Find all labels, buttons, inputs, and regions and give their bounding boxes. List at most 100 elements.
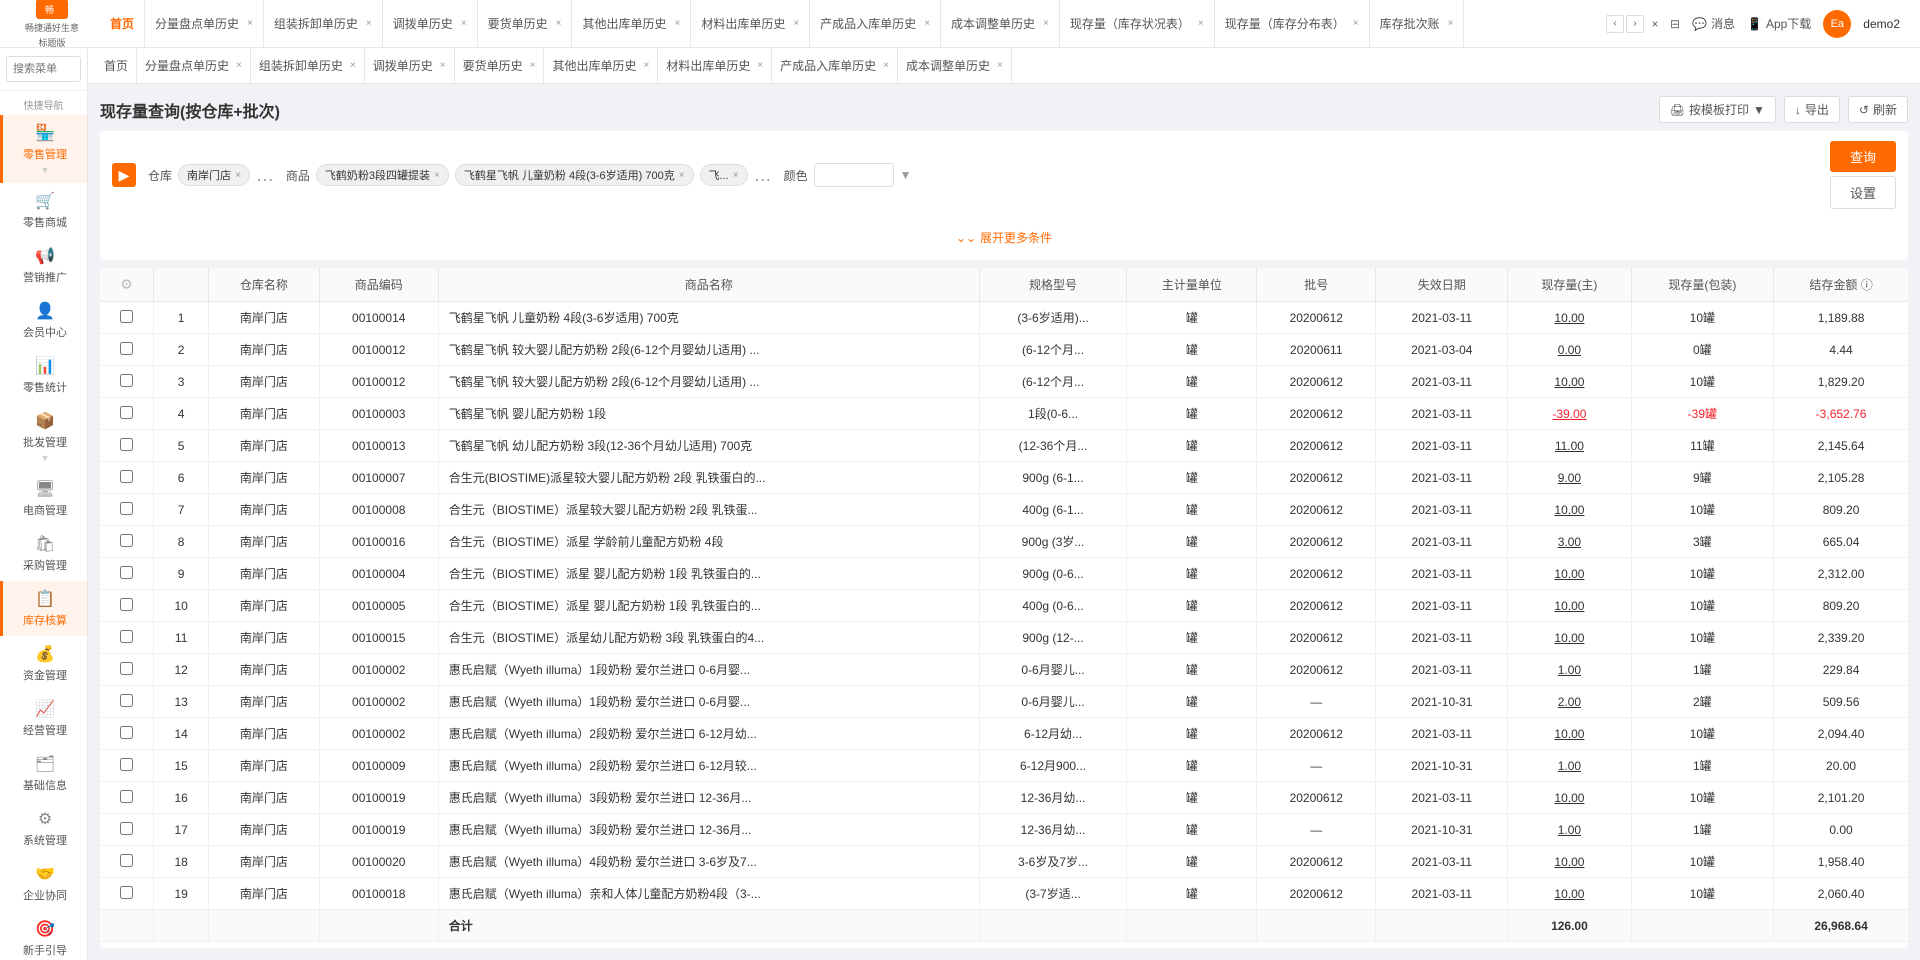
row-checkbox[interactable] (120, 694, 133, 707)
tab-qita[interactable]: 其他出库单历史 × (572, 0, 691, 48)
close-icon[interactable]: × (1448, 18, 1454, 29)
sidebar-item-xinshouyindao[interactable]: 🎯 新手引导 (0, 911, 87, 960)
row-check[interactable] (100, 718, 154, 750)
row-check[interactable] (100, 782, 154, 814)
message-button[interactable]: 💬 消息 (1692, 15, 1735, 32)
product-tag-1[interactable]: 飞鹤奶粉3段四罐提装 × (316, 164, 449, 186)
row-checkbox[interactable] (120, 502, 133, 515)
close-icon[interactable]: × (643, 60, 649, 71)
tab-yaohuo[interactable]: 要货单历史 × (478, 0, 573, 48)
sidebar-item-qiyexietong[interactable]: 🤝 企业协同 (0, 856, 87, 911)
second-tab-cailiao[interactable]: 材料出库单历史 × (658, 48, 772, 83)
row-check[interactable] (100, 366, 154, 398)
sidebar-item-huiyuan[interactable]: 👤 会员中心 (0, 293, 87, 348)
filter-expand-button[interactable]: ▶ (112, 163, 136, 187)
product-more-icon[interactable]: … (754, 165, 772, 186)
row-checkbox[interactable] (120, 758, 133, 771)
export-button[interactable]: ↓ 导出 (1784, 96, 1840, 123)
setting-button[interactable]: 设置 (1830, 176, 1896, 209)
row-check[interactable] (100, 654, 154, 686)
second-tab-diaopo[interactable]: 调拨单历史 × (365, 48, 455, 83)
expand-more-button[interactable]: ⌄⌄ 展开更多条件 (944, 225, 1064, 250)
row-checkbox[interactable] (120, 630, 133, 643)
second-tab-fenliang[interactable]: 分量盘点单历史 × (137, 48, 251, 83)
close-icon[interactable]: × (757, 60, 763, 71)
sidebar-item-xitongguanli[interactable]: ⚙ 系统管理 (0, 801, 87, 856)
tab-xiancunliang-kucun[interactable]: 现存量（库存状况表）× (1060, 0, 1215, 48)
row-checkbox[interactable] (120, 598, 133, 611)
query-button[interactable]: 查询 (1830, 141, 1896, 172)
product-tag3-delete-icon[interactable]: × (733, 170, 739, 181)
tab-close-all[interactable]: × (1646, 15, 1664, 33)
second-tab-yaohuo[interactable]: 要货单历史 × (455, 48, 545, 83)
close-icon[interactable]: × (1043, 18, 1049, 29)
close-icon[interactable]: × (556, 18, 562, 29)
row-check[interactable] (100, 334, 154, 366)
row-checkbox[interactable] (120, 438, 133, 451)
print-button[interactable]: 🖨 按模板打印 ▼ (1659, 96, 1776, 123)
row-check[interactable] (100, 622, 154, 654)
color-dropdown-icon[interactable]: ▼ (900, 168, 912, 182)
row-check[interactable] (100, 462, 154, 494)
product-tag-3[interactable]: 飞... × (700, 164, 748, 186)
close-icon[interactable]: × (924, 18, 930, 29)
close-icon[interactable]: × (236, 60, 242, 71)
tab-fenliangpandian[interactable]: 分量盘点单历史 × (145, 0, 264, 48)
row-checkbox[interactable] (120, 822, 133, 835)
close-icon[interactable]: × (440, 60, 446, 71)
sidebar-item-lingshoushanchen[interactable]: 🛒 零售商城 (0, 183, 87, 238)
row-checkbox[interactable] (120, 470, 133, 483)
close-icon[interactable]: × (366, 18, 372, 29)
row-checkbox[interactable] (120, 886, 133, 899)
tab-next-arrow[interactable]: › (1626, 15, 1644, 33)
sidebar-item-caigouguan[interactable]: 🛍 采购管理 (0, 526, 87, 581)
settings-icon[interactable]: ⚙ (120, 276, 133, 292)
sidebar-item-zijinguan[interactable]: 💰 资金管理 (0, 636, 87, 691)
username[interactable]: demo2 (1863, 17, 1900, 31)
row-check[interactable] (100, 302, 154, 334)
row-check[interactable] (100, 814, 154, 846)
row-check[interactable] (100, 750, 154, 782)
second-tab-zuzhuang[interactable]: 组装拆卸单历史 × (251, 48, 365, 83)
row-check[interactable] (100, 526, 154, 558)
row-check[interactable] (100, 590, 154, 622)
sidebar-item-lingshoutongji[interactable]: 📊 零售统计 (0, 348, 87, 403)
sidebar-item-pifaguanli[interactable]: 📦 批发管理 ▼ (0, 403, 87, 471)
close-icon[interactable]: × (883, 60, 889, 71)
sidebar-item-jingyingguan[interactable]: 📈 经营管理 (0, 691, 87, 746)
row-check[interactable] (100, 398, 154, 430)
row-check[interactable] (100, 494, 154, 526)
row-checkbox[interactable] (120, 406, 133, 419)
search-input[interactable] (6, 56, 81, 82)
close-icon[interactable]: × (461, 18, 467, 29)
row-checkbox[interactable] (120, 662, 133, 675)
tab-prev-arrow[interactable]: ‹ (1606, 15, 1624, 33)
tab-kucunpici[interactable]: 库存批次账 × (1370, 0, 1465, 48)
warehouse-tag-nananjimen[interactable]: 南岸门店 × (178, 164, 250, 186)
tab-chanchenpin[interactable]: 产成品入库单历史 × (810, 0, 941, 48)
close-icon[interactable]: × (793, 18, 799, 29)
warehouse-tag-delete-icon[interactable]: × (235, 170, 241, 181)
close-icon[interactable]: × (997, 60, 1003, 71)
row-checkbox[interactable] (120, 310, 133, 323)
close-icon[interactable]: × (350, 60, 356, 71)
row-check[interactable] (100, 878, 154, 910)
app-download-button[interactable]: 📱 App下载 (1747, 15, 1811, 32)
close-icon[interactable]: × (1198, 18, 1204, 29)
sidebar-item-yingxiao[interactable]: 📢 营销推广 (0, 238, 87, 293)
tab-chengbentiaozhen[interactable]: 成本调整单历史 × (941, 0, 1060, 48)
close-icon[interactable]: × (530, 60, 536, 71)
sidebar-item-kucunhesuan[interactable]: 📋 库存核算 (0, 581, 87, 636)
tab-zuzhangchaijian[interactable]: 组装拆卸单历史 × (264, 0, 383, 48)
row-checkbox[interactable] (120, 566, 133, 579)
tab-menu[interactable]: ⊟ (1666, 15, 1684, 33)
row-check[interactable] (100, 430, 154, 462)
row-checkbox[interactable] (120, 534, 133, 547)
product-tag1-delete-icon[interactable]: × (434, 170, 440, 181)
row-checkbox[interactable] (120, 726, 133, 739)
row-checkbox[interactable] (120, 342, 133, 355)
row-checkbox[interactable] (120, 854, 133, 867)
row-checkbox[interactable] (120, 374, 133, 387)
second-tab-chanchenpin[interactable]: 产成品入库单历史 × (772, 48, 898, 83)
refresh-button[interactable]: ↺ 刷新 (1848, 96, 1908, 123)
